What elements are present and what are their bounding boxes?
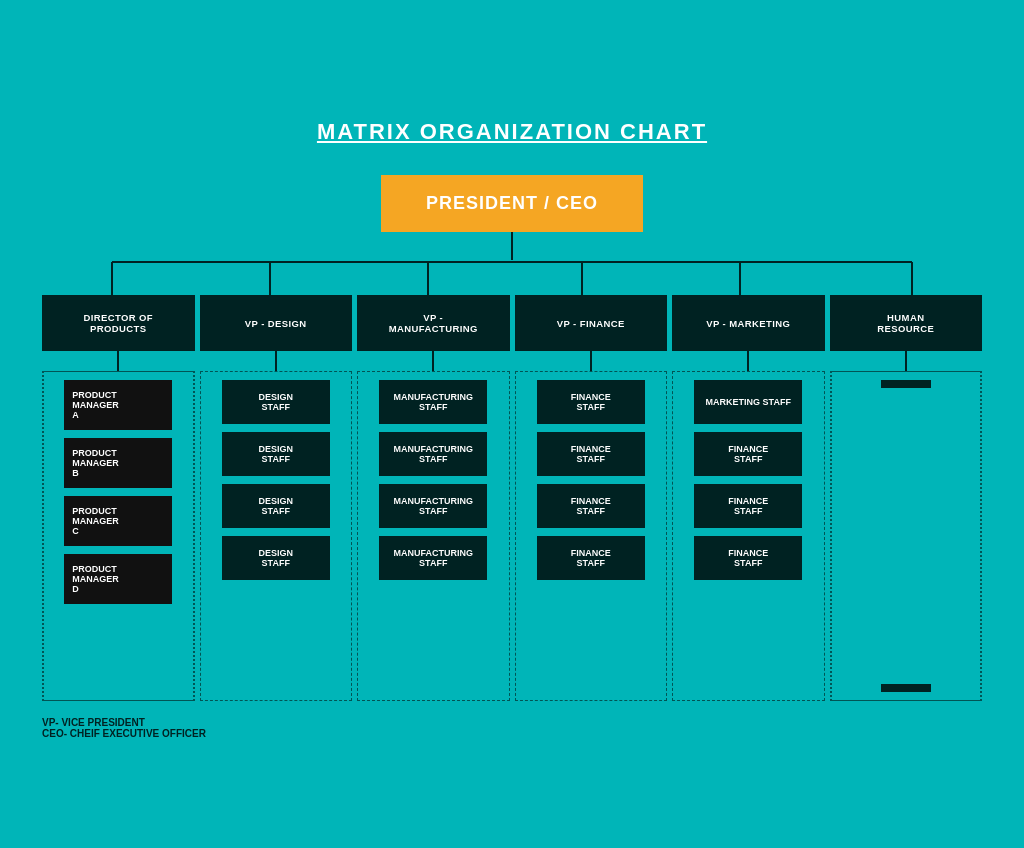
- chart-title: MATRIX ORGANIZATION CHART: [42, 119, 982, 145]
- pm-box-c: PRODUCTMANAGERC: [64, 496, 172, 546]
- vline-director: [117, 351, 119, 371]
- mfg-staff-3: MANUFACTURINGSTAFF: [379, 484, 487, 528]
- ceo-box: PRESIDENT / CEO: [381, 175, 643, 232]
- vp-header-marketing: VP - MARKETING: [672, 295, 825, 351]
- legend: VP- VICE PRESIDENT CEO- CHEIF EXECUTIVE …: [42, 717, 982, 739]
- vline-finance: [590, 351, 592, 371]
- vline-marketing: [747, 351, 749, 371]
- col-vp-marketing: VP - MARKETING MARKETING STAFF FINANCEST…: [672, 295, 825, 701]
- finance-staff-3: FINANCESTAFF: [537, 484, 645, 528]
- col-vp-manufacturing: VP -MANUFACTURING MANUFACTURINGSTAFF MAN…: [357, 295, 510, 701]
- vline-design: [275, 351, 277, 371]
- hr-bar-top: [881, 380, 931, 388]
- chart-body: PRESIDENT / CEO DIRECTOR OFPRODUCTS: [42, 175, 982, 739]
- ceo-vline: [511, 232, 513, 260]
- design-staff-2: DESIGNSTAFF: [222, 432, 330, 476]
- vp-header-hr: HUMANRESOURCE: [830, 295, 983, 351]
- marketing-staff-4: FINANCESTAFF: [694, 536, 802, 580]
- chart-container: MATRIX ORGANIZATION CHART PRESIDENT / CE…: [22, 89, 1002, 759]
- col-human-resource: HUMANRESOURCE: [830, 295, 983, 701]
- finance-staff-1: FINANCESTAFF: [537, 380, 645, 424]
- vp-header-finance: VP - FINANCE: [515, 295, 668, 351]
- branch-svg: [42, 260, 982, 295]
- columns-grid: DIRECTOR OFPRODUCTS PRODUCTMANAGERA PROD…: [42, 295, 982, 701]
- design-staff-1: DESIGNSTAFF: [222, 380, 330, 424]
- pm-box-b: PRODUCTMANAGERB: [64, 438, 172, 488]
- legend-line1: VP- VICE PRESIDENT: [42, 717, 982, 728]
- col-vp-finance: VP - FINANCE FINANCESTAFF FINANCESTAFF F…: [515, 295, 668, 701]
- hr-bar-bottom: [881, 684, 931, 692]
- staff-area-design: DESIGNSTAFF DESIGNSTAFF DESIGNSTAFF DESI…: [200, 371, 353, 701]
- marketing-staff-2: FINANCESTAFF: [694, 432, 802, 476]
- design-staff-4: DESIGNSTAFF: [222, 536, 330, 580]
- legend-line2: CEO- CHEIF EXECUTIVE OFFICER: [42, 728, 982, 739]
- staff-area-finance: FINANCESTAFF FINANCESTAFF FINANCESTAFF F…: [515, 371, 668, 701]
- ceo-row: PRESIDENT / CEO: [381, 175, 643, 232]
- finance-staff-2: FINANCESTAFF: [537, 432, 645, 476]
- staff-area-marketing: MARKETING STAFF FINANCESTAFF FINANCESTAF…: [672, 371, 825, 701]
- finance-staff-4: FINANCESTAFF: [537, 536, 645, 580]
- design-staff-3: DESIGNSTAFF: [222, 484, 330, 528]
- mfg-staff-1: MANUFACTURINGSTAFF: [379, 380, 487, 424]
- mfg-staff-4: MANUFACTURINGSTAFF: [379, 536, 487, 580]
- col-vp-design: VP - DESIGN DESIGNSTAFF DESIGNSTAFF DESI…: [200, 295, 353, 701]
- vline-hr: [905, 351, 907, 371]
- pm-box-a: PRODUCTMANAGERA: [64, 380, 172, 430]
- vp-header-design: VP - DESIGN: [200, 295, 353, 351]
- marketing-staff-3: FINANCESTAFF: [694, 484, 802, 528]
- col-director-products: DIRECTOR OFPRODUCTS PRODUCTMANAGERA PROD…: [42, 295, 195, 701]
- vp-header-director: DIRECTOR OFPRODUCTS: [42, 295, 195, 351]
- pm-box-d: PRODUCTMANAGERD: [64, 554, 172, 604]
- staff-area-director: PRODUCTMANAGERA PRODUCTMANAGERB PRODUCTM…: [42, 371, 195, 701]
- staff-area-hr: [830, 371, 983, 701]
- mfg-staff-2: MANUFACTURINGSTAFF: [379, 432, 487, 476]
- marketing-staff-1: MARKETING STAFF: [694, 380, 802, 424]
- vline-mfg: [432, 351, 434, 371]
- vp-header-manufacturing: VP -MANUFACTURING: [357, 295, 510, 351]
- staff-area-mfg: MANUFACTURINGSTAFF MANUFACTURINGSTAFF MA…: [357, 371, 510, 701]
